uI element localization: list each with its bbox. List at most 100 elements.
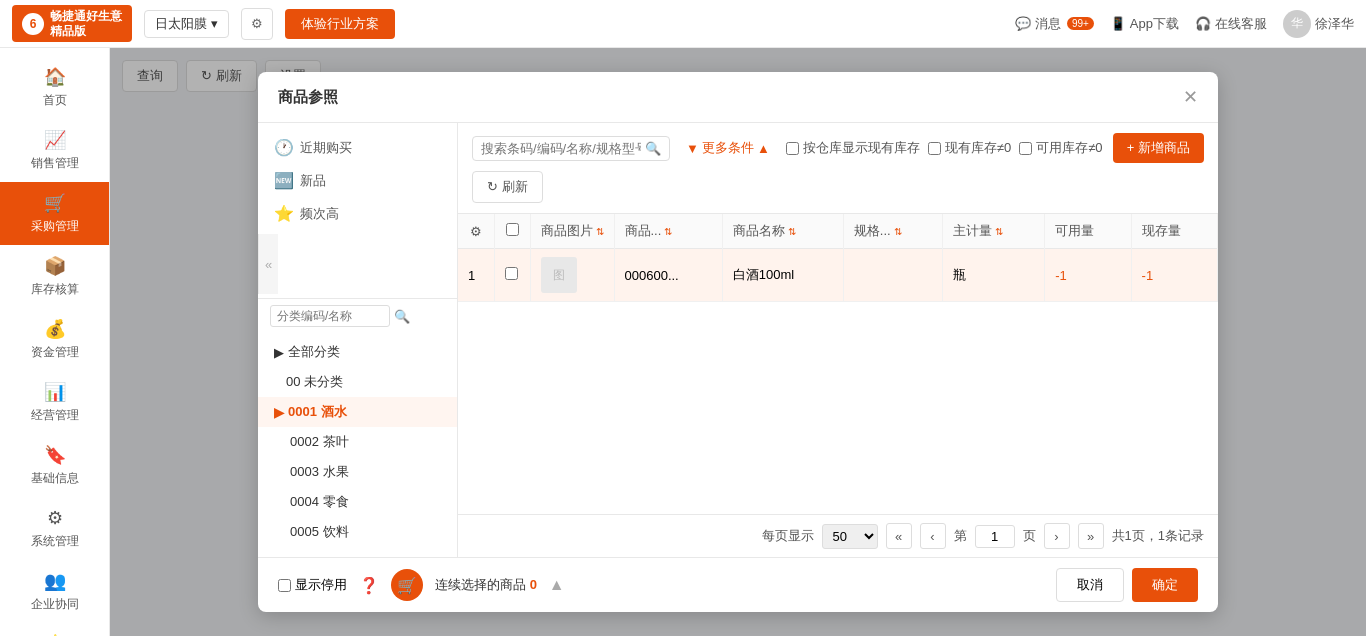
usable-stock-checkbox[interactable]	[1019, 142, 1032, 155]
dialog-close-button[interactable]: ✕	[1183, 86, 1198, 108]
category-water[interactable]: 0008 水	[258, 547, 457, 549]
chevron-up-icon: ▲	[757, 141, 770, 156]
collab-icon: 👥	[44, 570, 66, 592]
col-header-unit: 主计量 ⇅	[942, 214, 1044, 249]
product-search-input[interactable]	[481, 141, 641, 156]
refresh-button[interactable]: ↻ 刷新	[472, 171, 543, 203]
sidebar-item-system[interactable]: ⚙ 系统管理	[0, 497, 109, 560]
messages-nav-item[interactable]: 💬 消息 99+	[1015, 15, 1094, 33]
chevron-down-icon: ▾	[211, 16, 218, 31]
avatar: 华	[1283, 10, 1311, 38]
category-beverage[interactable]: 0005 饮料	[258, 517, 457, 547]
category-search-input[interactable]	[270, 305, 390, 327]
trial-button[interactable]: 体验行业方案	[285, 9, 395, 39]
row-available: -1	[1045, 249, 1131, 302]
table-row[interactable]: 1 图 000600... 白酒100ml	[458, 249, 1218, 302]
quick-filter-new[interactable]: 🆕 新品	[258, 164, 457, 197]
star-icon: ⭐	[274, 204, 294, 223]
quick-filter-frequent[interactable]: ⭐ 频次高	[258, 197, 457, 230]
row-checkbox[interactable]	[505, 267, 518, 280]
dialog-title: 商品参照	[278, 88, 338, 107]
mobile-icon: 📱	[1110, 16, 1126, 31]
sidebar-item-inventory[interactable]: 📦 库存核算	[0, 245, 109, 308]
store-selector[interactable]: 日太阳膜 ▾	[144, 10, 229, 38]
col-header-img: 商品图片 ⇅	[530, 214, 614, 249]
category-liquor[interactable]: ▶ 0001 酒水	[258, 397, 457, 427]
available-stock-checkbox[interactable]	[928, 142, 941, 155]
product-reference-dialog: 商品参照 ✕ 🕐 近期购买 🆕 新品	[258, 72, 1218, 612]
cancel-button[interactable]: 取消	[1056, 568, 1124, 602]
sidebar-item-basic-info[interactable]: 🔖 基础信息	[0, 434, 109, 497]
sidebar-item-purchase[interactable]: 🛒 采购管理	[0, 182, 109, 245]
product-thumbnail: 图	[541, 257, 577, 293]
sidebar-item-sales[interactable]: 📈 销售管理	[0, 119, 109, 182]
app-download-nav-item[interactable]: 📱 App下载	[1110, 15, 1179, 33]
sidebar-item-guide[interactable]: 🌟 新手引导	[0, 623, 109, 636]
sidebar-item-finance[interactable]: 💰 资金管理	[0, 308, 109, 371]
first-page-button[interactable]: «	[886, 523, 912, 549]
logo: 6 畅捷通好生意 精品版	[12, 5, 132, 42]
dialog-left-panel: 🕐 近期购买 🆕 新品 ⭐ 频次高 «	[258, 123, 458, 557]
category-search: 🔍	[258, 298, 457, 333]
dialog-overlay: 商品参照 ✕ 🕐 近期购买 🆕 新品	[110, 48, 1366, 636]
col-header-name: 商品名称 ⇅	[722, 214, 843, 249]
category-fruit[interactable]: 0003 水果	[258, 457, 457, 487]
sidebar-item-collaboration[interactable]: 👥 企业协同	[0, 560, 109, 623]
filter-icon: ▼	[686, 141, 699, 156]
message-icon: 💬	[1015, 16, 1031, 31]
category-all[interactable]: ▶ 全部分类	[258, 337, 457, 367]
product-table: ⚙ 商品图片 ⇅	[458, 214, 1218, 302]
messages-badge: 99+	[1067, 17, 1094, 30]
basicinfo-icon: 🔖	[44, 444, 66, 466]
add-product-button[interactable]: + 新增商品	[1113, 133, 1204, 163]
top-nav: 6 畅捷通好生意 精品版 日太阳膜 ▾ ⚙ 体验行业方案 💬 消息 99+ 📱 …	[0, 0, 1366, 48]
available-stock-checkbox-label[interactable]: 现有库存≠0	[928, 139, 1011, 157]
sort-icon-unit: ⇅	[995, 226, 1003, 237]
user-profile[interactable]: 华 徐泽华	[1283, 10, 1354, 38]
logo-text: 畅捷通好生意 精品版	[50, 9, 122, 38]
quick-filter-recent[interactable]: 🕐 近期购买	[258, 131, 457, 164]
category-snack[interactable]: 0004 零食	[258, 487, 457, 517]
pagination-total: 共1页，1条记录	[1112, 527, 1204, 545]
prev-page-button[interactable]: ‹	[920, 523, 946, 549]
product-search-bar: 🔍	[472, 136, 670, 161]
cart-button[interactable]: 🛒	[391, 569, 423, 601]
new-icon: 🆕	[274, 171, 294, 190]
next-page-button[interactable]: ›	[1044, 523, 1070, 549]
row-checkbox-cell	[494, 249, 530, 302]
row-img-cell: 图	[530, 249, 614, 302]
last-page-button[interactable]: »	[1078, 523, 1104, 549]
sidebar-item-home[interactable]: 🏠 首页	[0, 56, 109, 119]
system-icon: ⚙	[47, 507, 63, 529]
category-uncategorized[interactable]: 00 未分类	[258, 367, 457, 397]
home-icon: 🏠	[44, 66, 66, 88]
more-filters-button[interactable]: ▼ 更多条件 ▲	[678, 135, 778, 161]
purchase-icon: 🛒	[44, 192, 66, 214]
settings-button[interactable]: ⚙	[241, 8, 273, 40]
category-tea[interactable]: 0002 茶叶	[258, 427, 457, 457]
page-size-select[interactable]: 10 20 50 100	[822, 524, 878, 549]
sort-icon-spec: ⇅	[894, 226, 902, 237]
category-search-icon[interactable]: 🔍	[394, 309, 410, 324]
usable-stock-checkbox-label[interactable]: 可用库存≠0	[1019, 139, 1102, 157]
help-icon[interactable]: ❓	[359, 576, 379, 595]
warehouse-display-checkbox[interactable]	[786, 142, 799, 155]
category-list: ▶ 全部分类 00 未分类 ▶ 0001 酒水 0002 茶	[258, 333, 457, 549]
sidebar-item-operations[interactable]: 📊 经营管理	[0, 371, 109, 434]
finance-icon: 💰	[44, 318, 66, 340]
product-table-container: ⚙ 商品图片 ⇅	[458, 214, 1218, 514]
page-number-input[interactable]	[975, 525, 1015, 548]
sort-icon-code: ⇅	[664, 226, 672, 237]
left-panel-collapse-button[interactable]: «	[258, 234, 278, 294]
headset-icon: 🎧	[1195, 16, 1211, 31]
table-settings-icon[interactable]: ⚙	[470, 224, 482, 239]
select-all-checkbox[interactable]	[506, 223, 519, 236]
show-disabled-checkbox[interactable]	[278, 579, 291, 592]
confirm-button[interactable]: 确定	[1132, 568, 1198, 602]
footer-collapse-icon[interactable]: ▲	[549, 576, 565, 594]
online-service-nav-item[interactable]: 🎧 在线客服	[1195, 15, 1267, 33]
search-icon[interactable]: 🔍	[645, 141, 661, 156]
show-disabled-label[interactable]: 显示停用	[278, 576, 347, 594]
warehouse-display-checkbox-label[interactable]: 按仓库显示现有库存	[786, 139, 920, 157]
row-code: 000600...	[614, 249, 722, 302]
